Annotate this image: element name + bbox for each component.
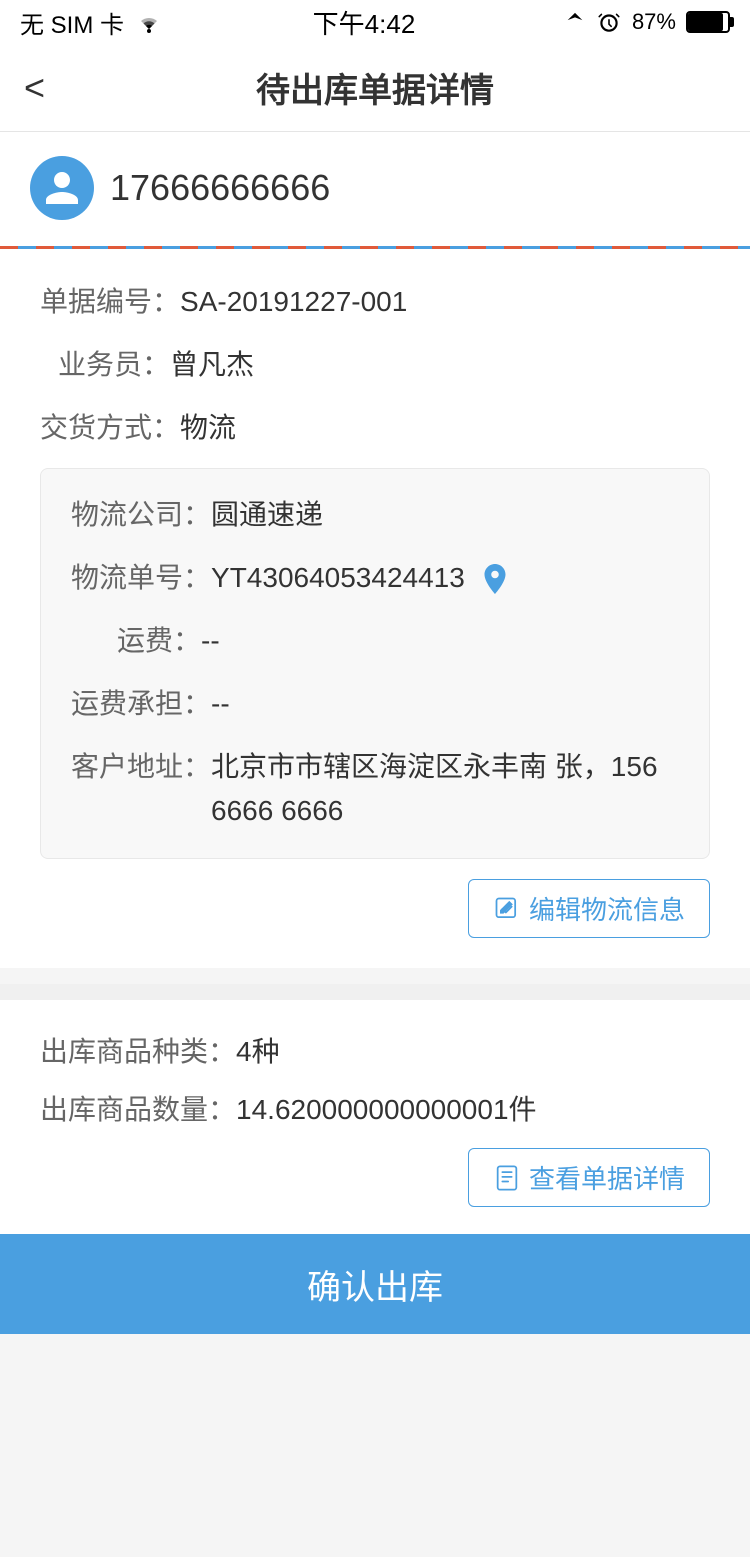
action-row: 编辑物流信息	[40, 879, 710, 938]
location-status-icon	[564, 11, 586, 33]
battery-text: 87%	[632, 9, 676, 35]
alarm-icon	[596, 9, 622, 35]
freight-value: --	[201, 619, 679, 664]
phone-number: 17666666666	[110, 167, 330, 209]
tracking-label: 物流单号：	[71, 556, 211, 601]
freight-bear-row: 运费承担： --	[71, 682, 679, 727]
freight-bear-label: 运费承担：	[71, 682, 211, 727]
status-bar-right: 87%	[564, 9, 730, 35]
phone-section: 17666666666	[0, 132, 750, 244]
content: 17666666666 单据编号： SA-20191227-001 业务员： 曾…	[0, 132, 750, 1557]
order-value: SA-20191227-001	[180, 280, 710, 325]
view-detail-label: 查看单据详情	[529, 1159, 685, 1196]
bottom-bar[interactable]: 确认出库	[0, 1234, 750, 1334]
order-label: 单据编号：	[40, 280, 180, 325]
order-row: 单据编号： SA-20191227-001	[40, 280, 710, 325]
user-icon	[42, 168, 82, 208]
staff-value: 曾凡杰	[170, 343, 710, 388]
status-bar-left: 无 SIM 卡	[20, 5, 164, 40]
outbound-quantity-row: 出库商品数量： 14.620000000000001件	[40, 1088, 710, 1128]
nav-bar: < 待出库单据详情	[0, 44, 750, 132]
document-icon	[493, 1164, 521, 1192]
staff-label: 业务员：	[40, 343, 170, 388]
outbound-type-value: 4种	[236, 1030, 710, 1070]
outbound-type-row: 出库商品种类： 4种	[40, 1030, 710, 1070]
battery-icon	[686, 11, 730, 33]
view-detail-action-row: 查看单据详情	[40, 1148, 710, 1207]
back-button[interactable]: <	[24, 67, 45, 109]
tracking-value: YT43064053424413	[211, 556, 679, 601]
section-divider-1	[0, 984, 750, 1000]
dashed-divider	[0, 244, 750, 250]
tracking-location-icon[interactable]	[477, 561, 513, 597]
outbound-quantity-value: 14.620000000000001件	[236, 1088, 710, 1128]
logistics-company-label: 物流公司：	[71, 493, 211, 538]
delivery-row: 交货方式： 物流	[40, 406, 710, 451]
freight-row: 运费： --	[71, 619, 679, 664]
freight-bear-value: --	[211, 682, 679, 727]
edit-icon	[493, 895, 521, 923]
avatar	[30, 156, 94, 220]
edit-logistics-button[interactable]: 编辑物流信息	[468, 879, 710, 938]
outbound-type-label: 出库商品种类：	[40, 1030, 236, 1070]
time-text: 下午4:42	[313, 4, 416, 41]
logistics-card: 物流公司： 圆通速递 物流单号： YT43064053424413 运费： --…	[40, 468, 710, 859]
address-label: 客户地址：	[71, 745, 211, 790]
outbound-quantity-label: 出库商品数量：	[40, 1088, 236, 1128]
view-detail-button[interactable]: 查看单据详情	[468, 1148, 710, 1207]
address-value: 北京市市辖区海淀区永丰南 张，156 6666 6666	[211, 745, 679, 835]
carrier-text: 无 SIM 卡	[20, 5, 124, 40]
page-title: 待出库单据详情	[256, 63, 494, 112]
address-row: 客户地址： 北京市市辖区海淀区永丰南 张，156 6666 6666	[71, 745, 679, 835]
logistics-company-value: 圆通速递	[211, 493, 679, 538]
delivery-value: 物流	[180, 406, 710, 451]
outbound-section: 出库商品种类： 4种 出库商品数量： 14.620000000000001件 查…	[0, 1000, 750, 1237]
tracking-row: 物流单号： YT43064053424413	[71, 556, 679, 601]
freight-label: 运费：	[71, 619, 201, 664]
status-bar: 无 SIM 卡 下午4:42 87%	[0, 0, 750, 44]
edit-logistics-label: 编辑物流信息	[529, 890, 685, 927]
confirm-button-text: 确认出库	[307, 1260, 443, 1309]
wifi-icon	[134, 11, 164, 33]
logistics-company-row: 物流公司： 圆通速递	[71, 493, 679, 538]
basic-info-section: 单据编号： SA-20191227-001 业务员： 曾凡杰 交货方式： 物流 …	[0, 250, 750, 968]
delivery-label: 交货方式：	[40, 406, 180, 451]
staff-row: 业务员： 曾凡杰	[40, 343, 710, 388]
